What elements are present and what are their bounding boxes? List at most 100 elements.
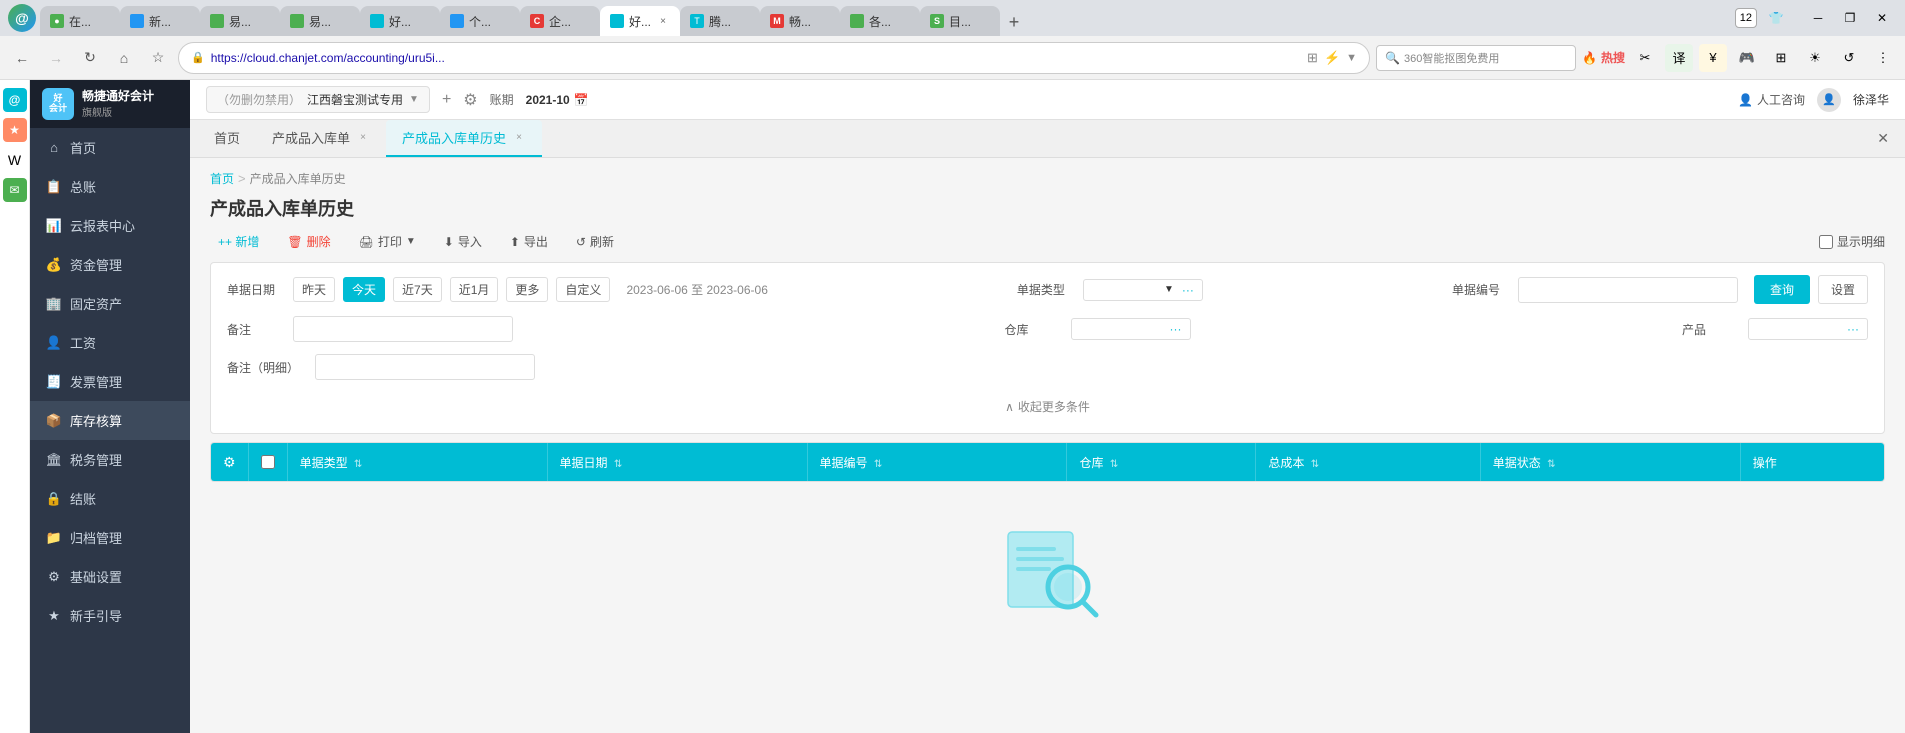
sidebar-item-guide[interactable]: ★ 新手引导 [30,596,190,635]
sidebar-icon-weibo[interactable]: W [3,148,27,172]
refresh-button[interactable]: ↺ 刷新 [568,229,622,254]
content-tab-history-close[interactable]: × [512,131,526,145]
sidebar-item-report[interactable]: 📊 云报表中心 [30,206,190,245]
bookmark-button[interactable]: ☆ [144,44,172,72]
sidebar-item-inventory[interactable]: 📦 库存核算 [30,401,190,440]
date-btn-7days[interactable]: 近7天 [393,277,442,302]
col-header-doc-number[interactable]: 单据编号 ⇅ [807,443,1067,481]
col-header-total-cost[interactable]: 总成本 ⇅ [1256,443,1480,481]
sidebar-item-fixed[interactable]: 🏢 固定资产 [30,284,190,323]
sidebar-icon-mail[interactable]: ✉ [3,178,27,202]
doc-number-input[interactable] [1518,277,1738,303]
user-avatar[interactable]: 👤 [1817,88,1841,112]
sidebar-icon-orange[interactable]: ★ [3,118,27,142]
col-header-doc-date[interactable]: 单据日期 ⇅ [547,443,807,481]
add-icon: + [218,235,225,249]
translate-icon[interactable]: 译 [1665,44,1693,72]
browser-tab-10[interactable]: M 畅... [760,6,840,36]
date-btn-1month[interactable]: 近1月 [450,277,499,302]
add-company-button[interactable]: + [442,91,451,109]
browser-tab-6[interactable]: 个... [440,6,520,36]
content-tab-history[interactable]: 产成品入库单历史 × [386,120,542,157]
select-all-checkbox[interactable] [261,455,275,469]
content-tab-list-close[interactable]: × [356,131,370,145]
print-button[interactable]: 🖨 打印 ▼ [351,229,424,254]
export-button[interactable]: ⬆ 导出 [502,229,556,254]
col-header-warehouse[interactable]: 仓库 ⇅ [1067,443,1256,481]
show-columns-checkbox[interactable] [1819,235,1833,249]
minimize-button[interactable]: ─ [1803,6,1833,30]
address-bar[interactable]: 🔒 https://cloud.chanjet.com/accounting/u… [178,42,1370,74]
browser-tab-5[interactable]: 好... [360,6,440,36]
hot-search-button[interactable]: 🔥 热搜 [1582,49,1625,66]
delete-button[interactable]: 🗑 删除 [279,229,338,254]
new-tab-button[interactable]: + [1000,8,1028,36]
filter-settings-button[interactable]: 设置 [1818,275,1868,304]
app-logo-icon[interactable]: @ [3,88,27,112]
date-btn-yesterday[interactable]: 昨天 [293,277,335,302]
fund-icon: 💰 [46,257,62,273]
grid2-icon[interactable]: ⊞ [1767,44,1795,72]
search-360-label: 360智能抠图免费用 [1404,50,1499,66]
back-button[interactable]: ← [8,44,36,72]
col-header-doc-type[interactable]: 单据类型 ⇅ [287,443,547,481]
sidebar-item-tax[interactable]: 🏛 税务管理 [30,440,190,479]
breadcrumb-home[interactable]: 首页 [210,170,234,187]
money-icon[interactable]: ¥ [1699,44,1727,72]
game-icon[interactable]: 🎮 [1733,44,1761,72]
sun-icon[interactable]: ☀ [1801,44,1829,72]
sidebar-item-close[interactable]: 🔒 结账 [30,479,190,518]
invoice-icon: 🧾 [46,374,62,390]
sidebar-item-settings[interactable]: ⚙ 基础设置 [30,557,190,596]
restore-button[interactable]: ❐ [1835,6,1865,30]
human-service-button[interactable]: 👤 人工咨询 [1738,91,1805,108]
close-panel-button[interactable]: ✕ [1869,126,1897,151]
home-button[interactable]: ⌂ [110,44,138,72]
date-btn-more[interactable]: 更多 [506,277,548,302]
browser-tab-7[interactable]: C 企... [520,6,600,36]
print-label: 打印 [378,233,402,250]
sidebar-item-archive[interactable]: 📁 归档管理 [30,518,190,557]
search-360-input[interactable]: 🔍 360智能抠图免费用 [1376,45,1576,71]
user-name[interactable]: 徐泽华 [1853,91,1889,108]
date-btn-custom[interactable]: 自定义 [556,277,610,302]
sidebar-item-fund[interactable]: 💰 资金管理 [30,245,190,284]
forward-button[interactable]: → [42,44,70,72]
col-header-doc-status[interactable]: 单据状态 ⇅ [1480,443,1740,481]
warehouse-select[interactable]: ··· [1071,318,1191,340]
browser-tab-4[interactable]: 易... [280,6,360,36]
date-btn-today[interactable]: 今天 [343,277,385,302]
calendar-icon[interactable]: 📅 [574,93,589,107]
browser-tab-12[interactable]: S 目... [920,6,1000,36]
content-tab-home[interactable]: 首页 [198,120,256,157]
note-detail-input[interactable] [315,354,535,380]
note-input[interactable] [293,316,513,342]
doc-type-select[interactable]: ▼ ··· [1083,279,1203,301]
company-selector[interactable]: （勿删勿禁用） 江西磐宝测试专用 ▼ [206,86,430,113]
sync-icon[interactable]: ↺ [1835,44,1863,72]
collapse-button[interactable]: ∧ 收起更多条件 [1005,398,1090,415]
content-tab-list[interactable]: 产成品入库单 × [256,120,386,157]
browser-tab-11[interactable]: 各... [840,6,920,36]
browser-tab-2[interactable]: 新... [120,6,200,36]
import-button[interactable]: ⬇ 导入 [436,229,490,254]
table-gear-icon[interactable]: ⚙ [223,454,236,471]
tab-8-close[interactable]: × [656,14,670,28]
query-button[interactable]: 查询 [1754,275,1810,304]
add-button[interactable]: + + 新增 [210,229,267,254]
scissors-icon[interactable]: ✂ [1631,44,1659,72]
settings-gear-icon[interactable]: ⚙ [463,90,477,110]
product-select[interactable]: ··· [1748,318,1868,340]
refresh-button[interactable]: ↻ [76,44,104,72]
sidebar-item-invoice[interactable]: 🧾 发票管理 [30,362,190,401]
sidebar-item-ledger[interactable]: 📋 总账 [30,167,190,206]
browser-tab-8[interactable]: 好... × [600,6,680,36]
sidebar-item-home[interactable]: ⌂ 首页 [30,128,190,167]
close-button[interactable]: ✕ [1867,6,1897,30]
settings2-icon[interactable]: ⋮ [1869,44,1897,72]
browser-tab-3[interactable]: 易... [200,6,280,36]
browser-tab-1[interactable]: ● 在... [40,6,120,36]
sidebar-item-payroll[interactable]: 👤 工资 [30,323,190,362]
tab-9-label: 腾... [709,13,731,30]
browser-tab-9[interactable]: T 腾... [680,6,760,36]
